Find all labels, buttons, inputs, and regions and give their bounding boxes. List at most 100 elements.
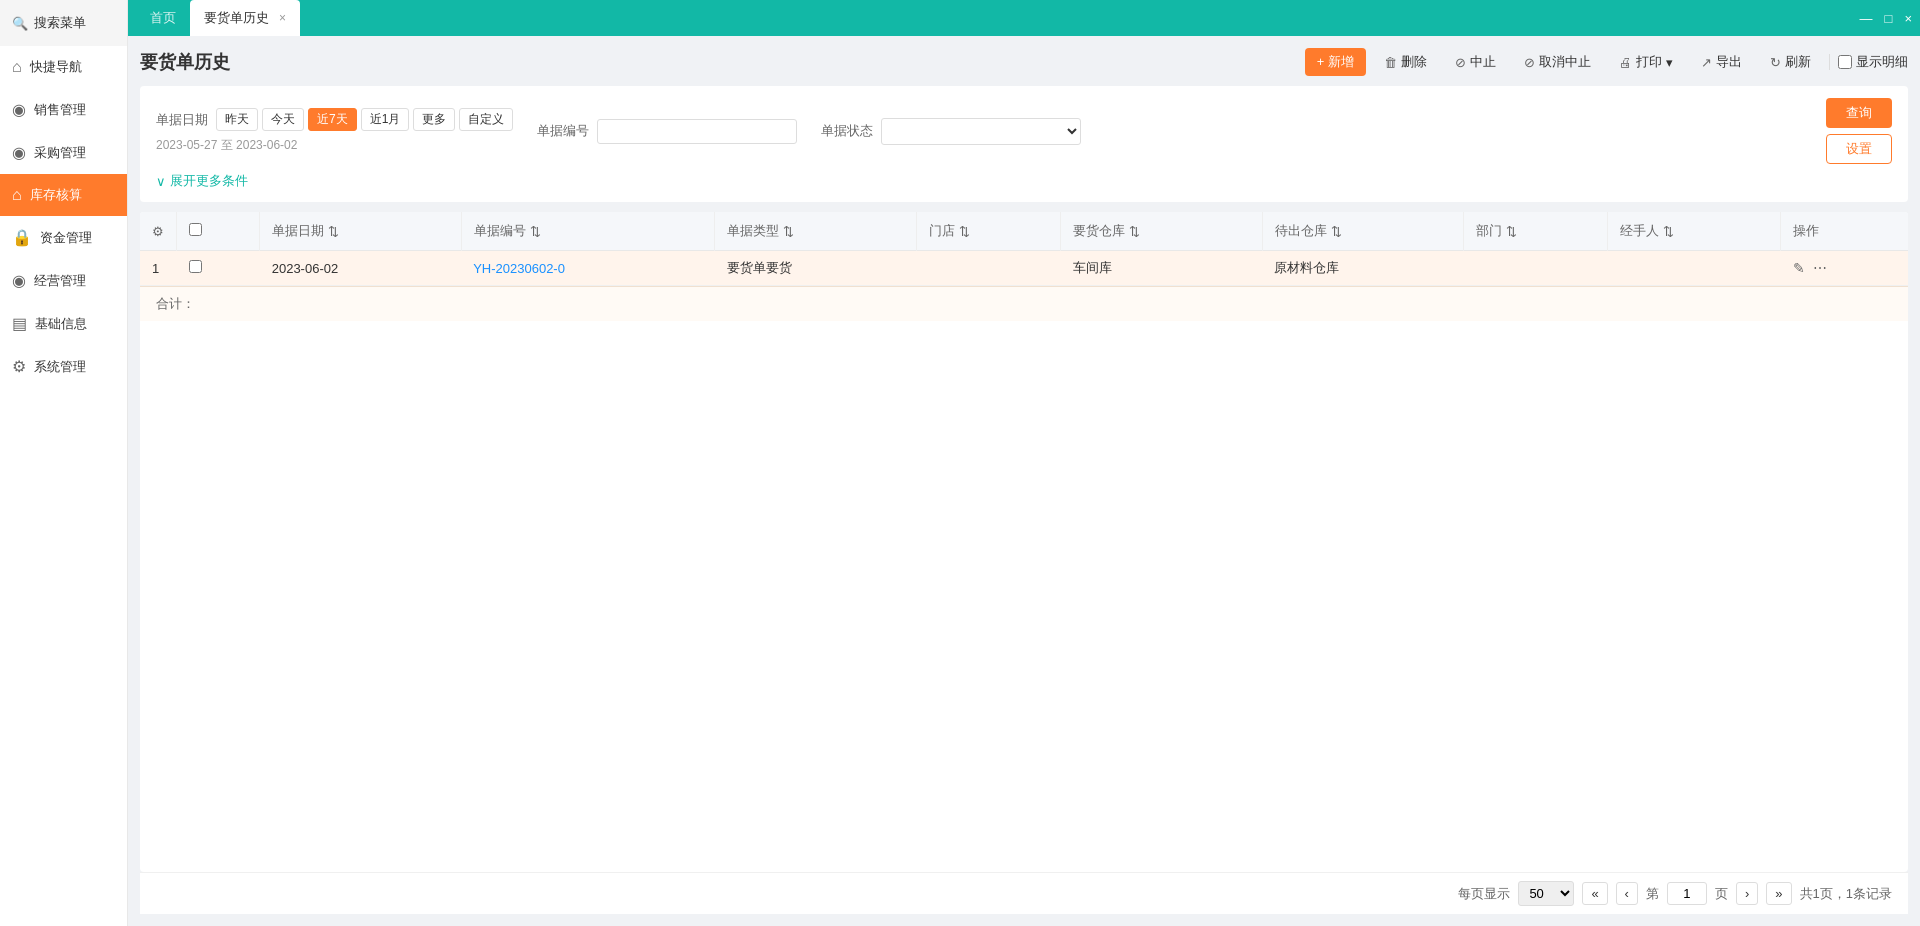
doc-no-filter: 单据编号 [537,119,797,144]
doc-no-input[interactable] [597,119,797,144]
minimize-icon[interactable]: — [1860,11,1873,26]
export-button[interactable]: ↗ 导出 [1691,48,1752,76]
table-row: 1 2023-06-02 YH-20230602-0 要货单要货 车间库 原材料… [140,251,1908,286]
page-suffix: 页 [1715,885,1728,903]
home-icon: ⌂ [12,58,22,76]
tab-requisition-history[interactable]: 要货单历史 × [190,0,300,36]
purchase-icon: ◉ [12,143,26,162]
col-store-header[interactable]: 门店⇅ [916,212,1061,251]
print-button[interactable]: 🖨 打印 ▾ [1609,48,1683,76]
col-pending-warehouse-header[interactable]: 待出仓库⇅ [1262,212,1463,251]
refresh-button[interactable]: ↻ 刷新 [1760,48,1821,76]
toolbar: + 新增 🗑 删除 ⊘ 中止 ⊘ 取消中止 🖨 打印 ▾ [1305,48,1908,76]
refresh-label: 刷新 [1785,53,1811,71]
row-pending-warehouse: 原材料仓库 [1262,251,1463,286]
doc-date-label: 单据日期 [156,111,208,129]
row-doc-date: 2023-06-02 [260,251,461,286]
export-label: 导出 [1716,53,1742,71]
date-btn-today[interactable]: 今天 [262,108,304,131]
sort-icon: ⇅ [530,224,541,239]
row-select-checkbox[interactable] [189,260,202,273]
col-doc-no-header[interactable]: 单据编号⇅ [461,212,715,251]
col-settings[interactable]: ⚙ [140,212,177,251]
per-page-select[interactable]: 50 20 100 [1518,881,1574,906]
col-handler-header[interactable]: 经手人⇅ [1608,212,1781,251]
filter-buttons: 查询 设置 [1826,98,1892,164]
stop-label: 中止 [1470,53,1496,71]
doc-no-label: 单据编号 [537,122,589,140]
close-window-icon[interactable]: × [1904,11,1912,26]
date-btn-group: 昨天 今天 近7天 近1月 更多 自定义 [216,108,513,131]
table-wrapper: ⚙ 单据日期⇅ 单据编号⇅ 单据类型⇅ 门店⇅ [140,212,1908,872]
col-req-warehouse-header[interactable]: 要货仓库⇅ [1061,212,1262,251]
cancel-stop-icon: ⊘ [1524,55,1535,70]
prev-page-button[interactable]: ‹ [1616,882,1638,905]
add-button[interactable]: + 新增 [1305,48,1366,76]
total-info: 共1页，1条记录 [1800,885,1892,903]
tab-right-icons: — □ × [1860,11,1912,26]
col-doc-date-header[interactable]: 单据日期⇅ [260,212,461,251]
sidebar-item-operations-mgmt[interactable]: ◉ 经营管理 [0,259,127,302]
operations-icon: ◉ [12,271,26,290]
maximize-icon[interactable]: □ [1885,11,1893,26]
sidebar-item-label: 快捷导航 [30,58,82,76]
date-btn-1month[interactable]: 近1月 [361,108,410,131]
display-detail-label: 显示明细 [1856,53,1908,71]
expand-filter-btn[interactable]: ∨ 展开更多条件 [156,172,1892,190]
per-page-label: 每页显示 [1458,885,1510,903]
display-detail-checkbox-label[interactable]: 显示明细 [1838,53,1908,71]
table-footer: 合计： [140,286,1908,321]
sidebar-item-finance-mgmt[interactable]: 🔒 资金管理 [0,216,127,259]
tab-home[interactable]: 首页 [136,0,190,36]
sidebar-item-system-mgmt[interactable]: ⚙ 系统管理 [0,345,127,388]
sort-icon: ⇅ [1663,224,1674,239]
delete-button[interactable]: 🗑 删除 [1374,48,1437,76]
sidebar-item-label: 经营管理 [34,272,86,290]
col-action-header: 操作 [1781,212,1908,251]
first-page-button[interactable]: « [1582,882,1607,905]
col-checkbox-header[interactable] [177,212,260,251]
col-doc-type-header[interactable]: 单据类型⇅ [715,212,916,251]
date-btn-yesterday[interactable]: 昨天 [216,108,258,131]
stop-button[interactable]: ⊘ 中止 [1445,48,1506,76]
display-detail-checkbox[interactable] [1838,55,1852,69]
doc-status-select[interactable] [881,118,1081,145]
filter-row: 单据日期 昨天 今天 近7天 近1月 更多 自定义 2023-05-27 至 2… [156,98,1892,164]
row-doc-type: 要货单要货 [715,251,916,286]
stop-icon: ⊘ [1455,55,1466,70]
sidebar-item-sales-mgmt[interactable]: ◉ 销售管理 [0,88,127,131]
row-more-icon[interactable]: ⋯ [1813,260,1827,276]
date-btn-7days[interactable]: 近7天 [308,108,357,131]
sidebar-item-purchase-mgmt[interactable]: ◉ 采购管理 [0,131,127,174]
last-page-button[interactable]: » [1766,882,1791,905]
print-icon: 🖨 [1619,55,1632,70]
tab-close-icon[interactable]: × [279,11,286,25]
inventory-icon: ⌂ [12,186,22,204]
doc-date-filter: 单据日期 昨天 今天 近7天 近1月 更多 自定义 [156,108,513,131]
expand-filter-label: 展开更多条件 [170,172,248,190]
doc-no-link[interactable]: YH-20230602-0 [473,261,565,276]
sidebar-item-quick-nav[interactable]: ⌂ 快捷导航 [0,46,127,88]
sort-icon: ⇅ [1331,224,1342,239]
sidebar-item-label: 资金管理 [40,229,92,247]
sort-icon: ⇅ [959,224,970,239]
data-table: ⚙ 单据日期⇅ 单据编号⇅ 单据类型⇅ 门店⇅ [140,212,1908,286]
sidebar-item-basic-info[interactable]: ▤ 基础信息 [0,302,127,345]
sidebar-item-label: 库存核算 [30,186,82,204]
select-all-checkbox[interactable] [189,223,202,236]
col-department-header[interactable]: 部门⇅ [1463,212,1608,251]
sidebar-item-label: 销售管理 [34,101,86,119]
main-area: 首页 要货单历史 × — □ × 要货单历史 + 新增 🗑 删除 ⊘ [128,0,1920,926]
sidebar-item-inventory[interactable]: ⌂ 库存核算 [0,174,127,216]
page-content: 要货单历史 + 新增 🗑 删除 ⊘ 中止 ⊘ 取消中止 🖨 打印 [128,36,1920,926]
row-edit-icon[interactable]: ✎ [1793,260,1805,276]
next-page-button[interactable]: › [1736,882,1758,905]
filter-settings-button[interactable]: 设置 [1826,134,1892,164]
date-btn-custom[interactable]: 自定义 [459,108,513,131]
page-number-input[interactable] [1667,882,1707,905]
cancel-stop-button[interactable]: ⊘ 取消中止 [1514,48,1601,76]
search-button[interactable]: 查询 [1826,98,1892,128]
date-btn-more[interactable]: 更多 [413,108,455,131]
sidebar-search[interactable]: 🔍 搜索菜单 [0,0,127,46]
row-checkbox[interactable] [177,251,260,286]
